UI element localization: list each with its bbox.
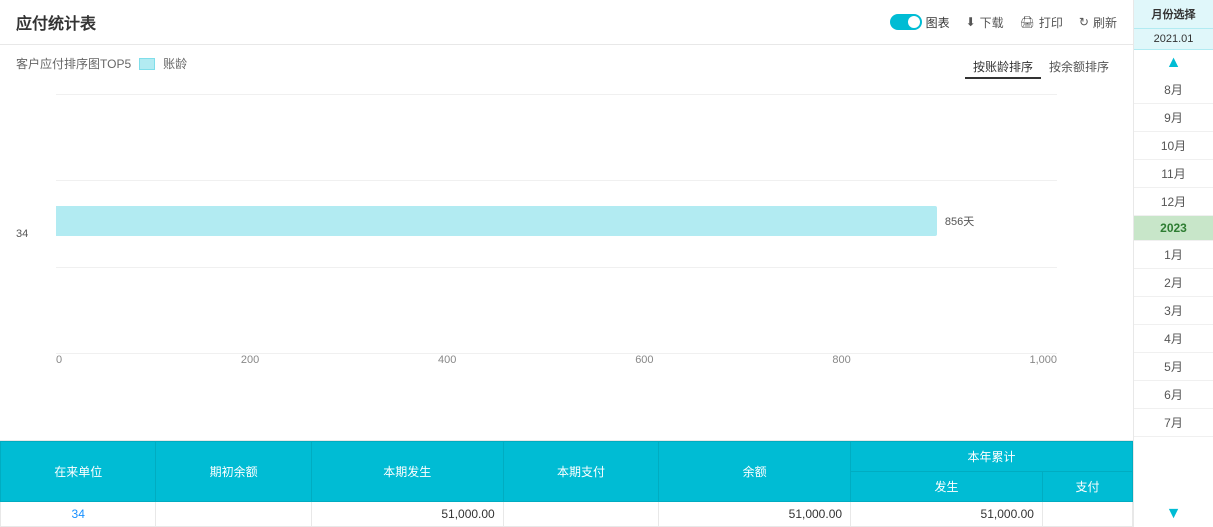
table-header-row-1: 在来单位 期初余额 本期发生 本期支付 余额 本年累计 <box>1 442 1133 472</box>
td-opening-balance <box>156 502 311 527</box>
th-balance: 余额 <box>659 442 851 502</box>
table-row: 34 51,000.00 51,000.00 51,000.00 <box>1 502 1133 527</box>
chart-inner: 34 856天 0 200 400 600 800 1,000 <box>16 94 1117 374</box>
grid-line <box>56 267 1057 268</box>
legend-box <box>139 58 155 70</box>
sidebar-month-item[interactable]: 2023 <box>1134 216 1213 241</box>
td-ytd-occurrence: 51,000.00 <box>851 502 1043 527</box>
print-icon: 🖨 <box>1020 15 1035 29</box>
td-balance: 51,000.00 <box>659 502 851 527</box>
download-icon: ⬇ <box>966 15 976 29</box>
chart-bar <box>56 206 937 236</box>
grid-line <box>56 180 1057 181</box>
th-occurrence: 本期发生 <box>311 442 503 502</box>
x-tick-1: 200 <box>241 354 259 374</box>
print-label: 打印 <box>1039 14 1063 31</box>
chart-section: 客户应付排序图TOP5 账龄 按账龄排序 按余额排序 34 <box>0 45 1133 440</box>
th-ytd-occurrence: 发生 <box>851 472 1043 502</box>
chart-legend: 客户应付排序图TOP5 账龄 <box>16 55 187 72</box>
x-tick-5: 1,000 <box>1029 354 1057 374</box>
refresh-button[interactable]: ↻ 刷新 <box>1079 14 1117 31</box>
download-label: 下载 <box>980 14 1004 31</box>
sidebar-month-item[interactable]: 5月 <box>1134 353 1213 381</box>
y-axis-label: 34 <box>16 228 28 240</box>
chart-toggle-wrap[interactable]: 图表 <box>890 14 950 31</box>
th-ytd: 本年累计 <box>851 442 1133 472</box>
sort-tabs: 按账龄排序 按余额排序 <box>965 56 1117 79</box>
sidebar-month-item[interactable]: 1月 <box>1134 241 1213 269</box>
header-actions: 图表 ⬇ 下载 🖨 打印 ↻ 刷新 <box>890 14 1117 31</box>
table-body: 34 51,000.00 51,000.00 51,000.00 <box>1 502 1133 527</box>
td-unit[interactable]: 34 <box>1 502 156 527</box>
td-ytd-payment <box>1042 502 1132 527</box>
th-opening: 期初余额 <box>156 442 311 502</box>
chart-toggle-label: 图表 <box>926 14 950 31</box>
th-unit: 在来单位 <box>1 442 156 502</box>
page-title: 应付统计表 <box>16 10 96 34</box>
chart-legend-row: 客户应付排序图TOP5 账龄 按账龄排序 按余额排序 <box>16 55 1117 80</box>
sidebar-month-item[interactable]: 12月 <box>1134 188 1213 216</box>
legend-box-label: 账龄 <box>163 55 187 72</box>
table-section: 在来单位 期初余额 本期发生 本期支付 余额 本年累计 发生 支付 34 51,… <box>0 440 1133 527</box>
sidebar-month-item[interactable]: 3月 <box>1134 297 1213 325</box>
sidebar-month-item[interactable]: 11月 <box>1134 160 1213 188</box>
sort-tab-age[interactable]: 按账龄排序 <box>965 56 1041 79</box>
refresh-label: 刷新 <box>1093 14 1117 31</box>
sidebar: 月份选择 ▲ 8月9月10月11月12月20231月2月3月4月5月6月7月 ▼ <box>1133 0 1213 527</box>
th-ytd-payment: 支付 <box>1042 472 1132 502</box>
x-tick-0: 0 <box>56 354 62 374</box>
chart-container: 34 856天 0 200 400 600 800 1,000 <box>16 84 1117 430</box>
sidebar-header: 月份选择 <box>1134 0 1213 29</box>
sidebar-month-item[interactable]: 4月 <box>1134 325 1213 353</box>
td-current-occurrence: 51,000.00 <box>311 502 503 527</box>
sidebar-months: 8月9月10月11月12月20231月2月3月4月5月6月7月 <box>1134 76 1213 501</box>
x-axis: 0 200 400 600 800 1,000 <box>56 354 1057 374</box>
sidebar-month-item[interactable]: 2月 <box>1134 269 1213 297</box>
x-tick-2: 400 <box>438 354 456 374</box>
page-header: 应付统计表 图表 ⬇ 下载 🖨 打印 ↻ 刷新 <box>0 0 1133 45</box>
chart-toggle[interactable] <box>890 14 922 30</box>
sort-tab-balance[interactable]: 按余额排序 <box>1041 56 1117 79</box>
sidebar-month-item[interactable]: 10月 <box>1134 132 1213 160</box>
bar-value-label: 856天 <box>945 213 974 229</box>
sidebar-down-arrow[interactable]: ▼ <box>1134 501 1213 527</box>
grid-line <box>56 94 1057 95</box>
chart-bar-row: 856天 <box>56 206 1057 236</box>
legend-text: 客户应付排序图TOP5 <box>16 55 131 72</box>
sidebar-up-arrow[interactable]: ▲ <box>1134 50 1213 76</box>
refresh-icon: ↻ <box>1079 15 1089 29</box>
sidebar-year-input[interactable] <box>1134 29 1213 50</box>
td-current-payment <box>503 502 658 527</box>
th-payment: 本期支付 <box>503 442 658 502</box>
x-tick-3: 600 <box>635 354 653 374</box>
print-button[interactable]: 🖨 打印 <box>1020 14 1063 31</box>
download-button[interactable]: ⬇ 下载 <box>966 14 1004 31</box>
sidebar-month-item[interactable]: 8月 <box>1134 76 1213 104</box>
x-tick-4: 800 <box>832 354 850 374</box>
data-table: 在来单位 期初余额 本期发生 本期支付 余额 本年累计 发生 支付 34 51,… <box>0 441 1133 527</box>
sidebar-month-item[interactable]: 6月 <box>1134 381 1213 409</box>
sidebar-month-item[interactable]: 7月 <box>1134 409 1213 437</box>
sidebar-month-item[interactable]: 9月 <box>1134 104 1213 132</box>
